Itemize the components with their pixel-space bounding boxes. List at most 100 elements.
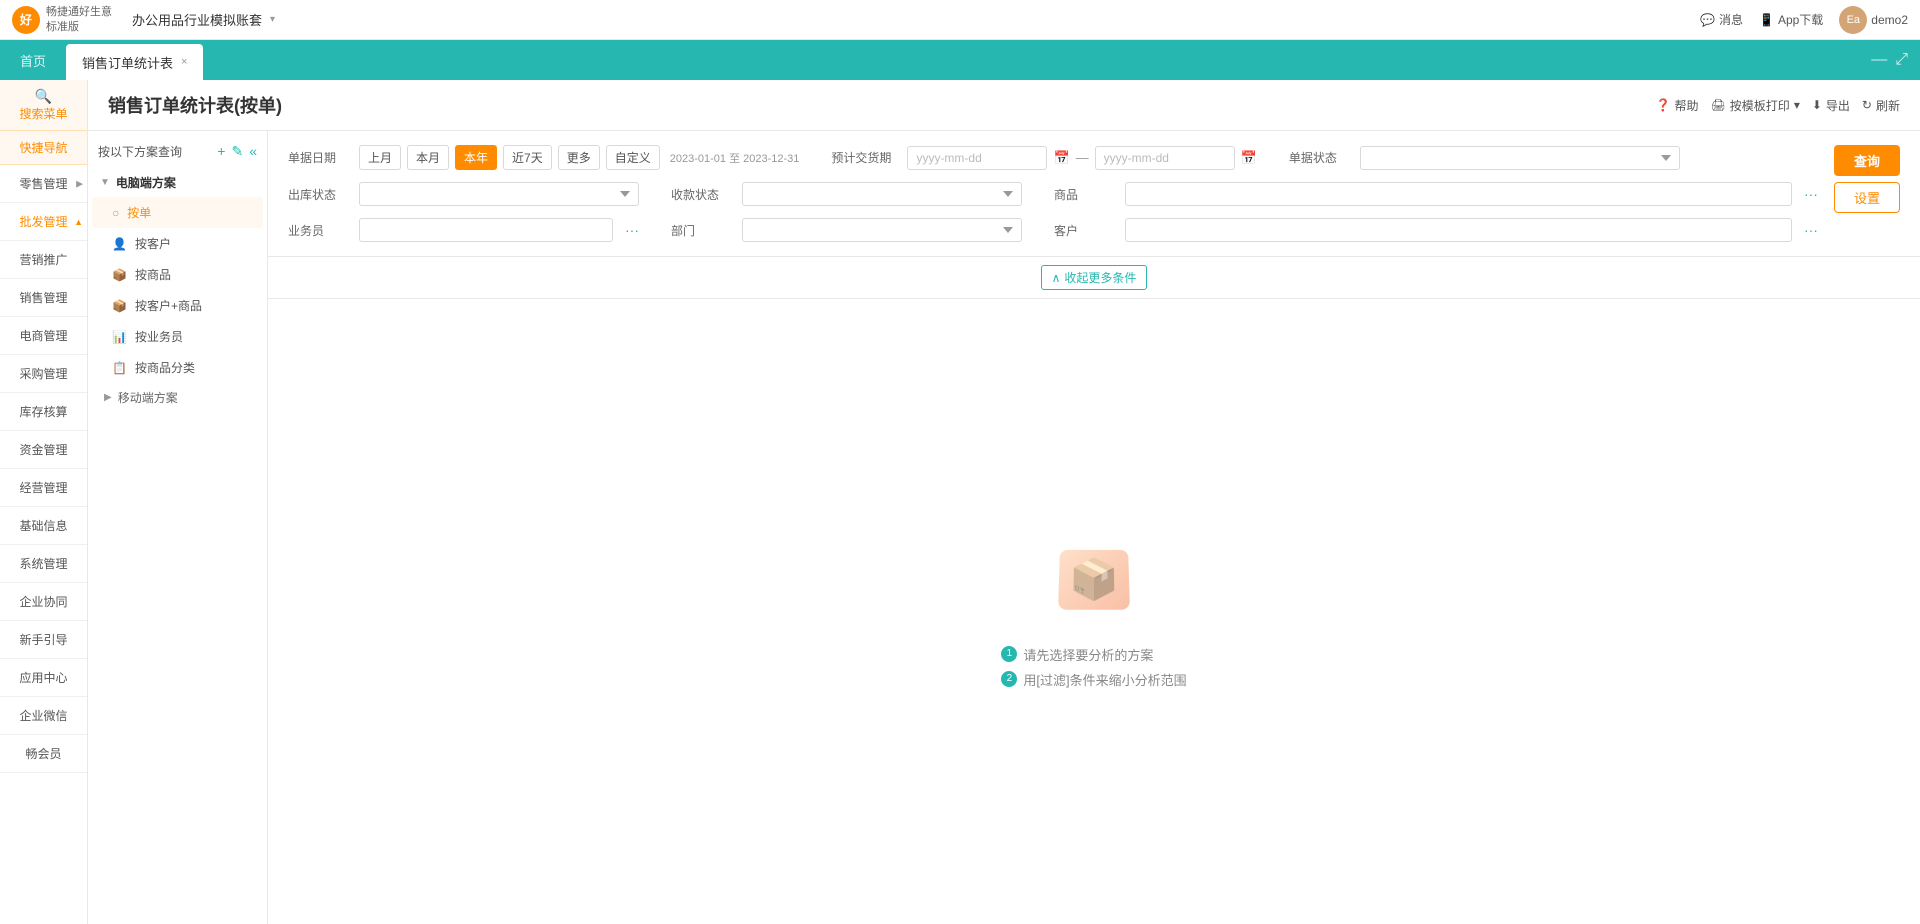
top-bar-left: 好 畅捷通好生意 标准版 办公用品行业模拟账套 ▾: [12, 5, 275, 34]
date-btn-this-month[interactable]: 本月: [407, 145, 449, 170]
sidebar-item-retail[interactable]: 零售管理 ▶: [0, 165, 87, 203]
empty-tip-2: 2 用[过滤]条件来缩小分析范围: [1001, 670, 1186, 689]
date-label: 单据日期: [288, 149, 343, 166]
scheme-item-salesperson[interactable]: 📊 按业务员: [92, 321, 263, 352]
tab-minimize-btn[interactable]: —: [1871, 51, 1887, 69]
date-btn-more[interactable]: 更多: [558, 145, 600, 170]
department-select[interactable]: [742, 218, 1022, 242]
sidebar-item-basic-info[interactable]: 基础信息: [0, 507, 87, 545]
scheme-item-customer[interactable]: 👤 按客户: [92, 228, 263, 259]
add-scheme-icon[interactable]: +: [217, 143, 225, 160]
tab-close-icon[interactable]: ×: [181, 56, 187, 68]
bill-status-select[interactable]: [1360, 146, 1680, 170]
logo-area: 好 畅捷通好生意 标准版: [12, 5, 112, 34]
scheme-group-header-pc[interactable]: ▼ 电脑端方案: [92, 168, 263, 197]
sidebar-item-enterprise[interactable]: 企业协同: [0, 583, 87, 621]
user-menu[interactable]: Ea demo2: [1839, 6, 1908, 34]
date-buttons-group: 上月 本月 本年 近7天 更多 自定义 2023-01-01 至 2023-12…: [359, 145, 799, 170]
page-title: 销售订单统计表(按单): [108, 92, 282, 118]
logo-icon: 好: [12, 6, 40, 34]
template-print-button[interactable]: 🖨 按模板打印 ▾: [1711, 97, 1800, 114]
scheme-item-goods-category[interactable]: 📋 按商品分类: [92, 352, 263, 383]
app-title: 办公用品行业模拟账套: [132, 10, 262, 29]
tab-bar-actions: — ⤢: [1871, 40, 1920, 80]
scheme-icon-customer: 👤: [112, 237, 127, 251]
print-icon: 🖨: [1711, 98, 1726, 112]
top-bar-right: 💬 消息 📱 App下载 Ea demo2: [1700, 6, 1908, 34]
panel-icons: + ✎ «: [217, 143, 257, 160]
date-btn-last-month[interactable]: 上月: [359, 145, 401, 170]
sidebar-item-sales[interactable]: 销售管理: [0, 279, 87, 317]
collapse-panel-icon[interactable]: «: [249, 143, 257, 160]
retail-arrow: ▶: [76, 178, 83, 189]
date-btn-custom[interactable]: 自定义: [606, 145, 660, 170]
goods-input[interactable]: [1125, 182, 1792, 206]
refresh-button[interactable]: ↻ 刷新: [1862, 97, 1900, 114]
filter-row-date: 单据日期 上月 本月 本年 近7天 更多 自定义 2023-01-01 至 20…: [288, 145, 1818, 170]
salesperson-dots[interactable]: ···: [625, 222, 639, 238]
tab-maximize-btn[interactable]: ⤢: [1895, 51, 1908, 69]
sidebar-item-finance[interactable]: 资金管理: [0, 431, 87, 469]
date-btn-this-year[interactable]: 本年: [455, 145, 497, 170]
department-label: 部门: [671, 222, 726, 239]
message-button[interactable]: 💬 消息: [1700, 11, 1743, 28]
empty-tip-1: 1 请先选择要分析的方案: [1001, 645, 1186, 664]
scheme-item-order[interactable]: ○ 按单: [92, 197, 263, 228]
goods-dots[interactable]: ···: [1804, 186, 1818, 202]
sidebar-item-ecommerce[interactable]: 电商管理: [0, 317, 87, 355]
collapse-button[interactable]: ∧ 收起更多条件: [1041, 265, 1148, 290]
bill-status-label: 单据状态: [1289, 149, 1344, 166]
sidebar-item-app-center[interactable]: 应用中心: [0, 659, 87, 697]
sidebar-quick-nav[interactable]: 快捷导航: [0, 131, 87, 165]
sidebar-item-operations[interactable]: 经营管理: [0, 469, 87, 507]
group-arrow-mobile: ▶: [104, 392, 112, 403]
customer-input[interactable]: [1125, 218, 1792, 242]
receipt-status-section: [742, 182, 1022, 206]
sidebar-item-system[interactable]: 系统管理: [0, 545, 87, 583]
salesperson-label: 业务员: [288, 222, 343, 239]
scheme-group-mobile[interactable]: ▶ 移动端方案: [88, 383, 267, 412]
sidebar-item-inventory[interactable]: 库存核算: [0, 393, 87, 431]
scheme-item-customer-goods[interactable]: 📦 按客户+商品: [92, 290, 263, 321]
customer-dots[interactable]: ···: [1804, 222, 1818, 238]
app-dropdown-arrow[interactable]: ▾: [270, 14, 275, 25]
tab-active[interactable]: 销售订单统计表 ×: [66, 44, 203, 80]
sidebar-item-member[interactable]: 畅会员: [0, 735, 87, 773]
expected-date-start[interactable]: [907, 146, 1047, 170]
edit-scheme-icon[interactable]: ✎: [231, 143, 243, 160]
left-panel: 按以下方案查询 + ✎ « ▼ 电脑端方案 ○ 按单: [88, 131, 268, 924]
sidebar-item-wechat[interactable]: 企业微信: [0, 697, 87, 735]
avatar: Ea: [1839, 6, 1867, 34]
salesperson-input[interactable]: [359, 218, 613, 242]
download-icon: 📱: [1759, 13, 1774, 27]
expected-date-group: 📅 — 📅: [907, 146, 1256, 170]
out-status-select[interactable]: [359, 182, 639, 206]
empty-box: [1058, 549, 1130, 609]
sidebar-item-newbie[interactable]: 新手引导: [0, 621, 87, 659]
query-button[interactable]: 查询: [1834, 145, 1900, 176]
two-panel: 按以下方案查询 + ✎ « ▼ 电脑端方案 ○ 按单: [88, 131, 1920, 924]
expected-date-end[interactable]: [1095, 146, 1235, 170]
scheme-item-goods[interactable]: 📦 按商品: [92, 259, 263, 290]
sidebar-search[interactable]: 🔍 搜索菜单: [0, 80, 87, 131]
settings-button[interactable]: 设置: [1834, 182, 1900, 213]
empty-state: 1 请先选择要分析的方案 2 用[过滤]条件来缩小分析范围: [268, 299, 1920, 924]
empty-tips: 1 请先选择要分析的方案 2 用[过滤]条件来缩小分析范围: [1001, 645, 1186, 695]
calendar-icon-end: 📅: [1241, 150, 1257, 166]
sidebar-item-marketing[interactable]: 营销推广: [0, 241, 87, 279]
logo-text: 畅捷通好生意 标准版: [46, 5, 112, 34]
receipt-status-select[interactable]: [742, 182, 1022, 206]
help-button[interactable]: ❓ 帮助: [1656, 97, 1699, 114]
content-area: 销售订单统计表(按单) ❓ 帮助 🖨 按模板打印 ▾ ⬇ 导出 ↻ 刷新: [88, 80, 1920, 924]
main-layout: 🔍 搜索菜单 快捷导航 零售管理 ▶ 批发管理 ▲ 营销推广 销售管理 电商管理…: [0, 80, 1920, 924]
tab-home[interactable]: 首页: [0, 40, 66, 80]
app-download-button[interactable]: 📱 App下载: [1759, 11, 1823, 28]
sidebar-item-purchase[interactable]: 采购管理: [0, 355, 87, 393]
page-header: 销售订单统计表(按单) ❓ 帮助 🖨 按模板打印 ▾ ⬇ 导出 ↻ 刷新: [88, 80, 1920, 131]
bill-status-section: [1360, 146, 1818, 170]
sidebar-item-wholesale[interactable]: 批发管理 ▲: [0, 203, 87, 241]
date-btn-7days[interactable]: 近7天: [503, 145, 552, 170]
scheme-icon-salesperson: 📊: [112, 330, 127, 344]
calendar-icon-start: 📅: [1053, 150, 1069, 166]
export-button[interactable]: ⬇ 导出: [1812, 97, 1850, 114]
